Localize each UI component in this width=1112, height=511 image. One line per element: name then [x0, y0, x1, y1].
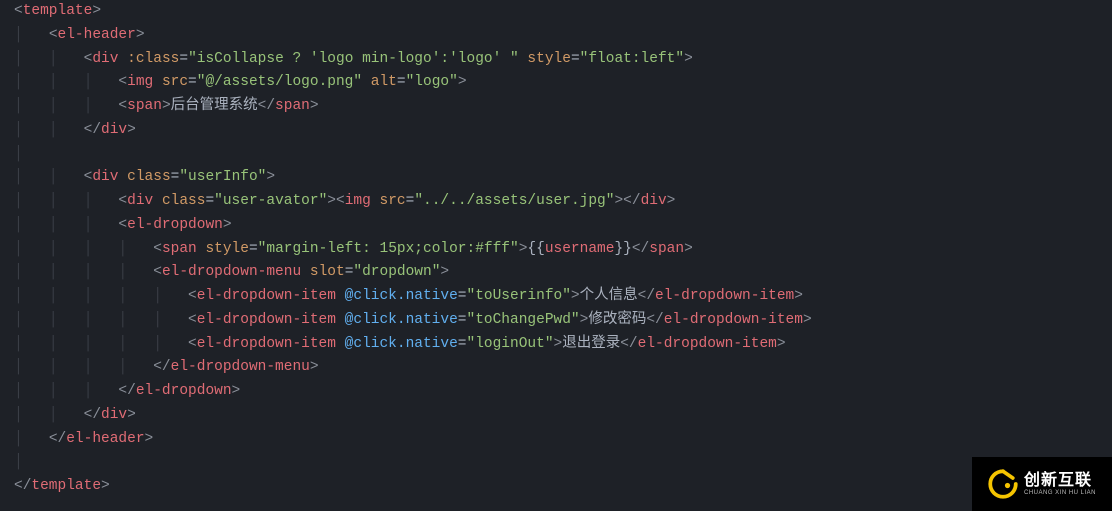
code-line: │ │ <div class="userInfo"> — [14, 166, 1112, 190]
code-line: │ │ │ │ <el-dropdown-menu slot="dropdown… — [14, 261, 1112, 285]
code-line: │ │ <div :class="isCollapse ? 'logo min-… — [14, 48, 1112, 72]
watermark-en: CHUANG XIN HU LIAN — [1024, 490, 1096, 497]
watermark-logo: 创新互联 CHUANG XIN HU LIAN — [972, 457, 1112, 511]
code-line: │ — [14, 143, 1112, 167]
code-line: │ </el-header> — [14, 428, 1112, 452]
code-line: <template> — [14, 0, 1112, 24]
code-line: │ │ </div> — [14, 404, 1112, 428]
code-line: │ │ │ │ <span style="margin-left: 15px;c… — [14, 238, 1112, 262]
code-line: </template> — [14, 475, 1112, 499]
watermark-cn: 创新互联 — [1024, 472, 1096, 490]
code-line: │ │ │ <div class="user-avator"><img src=… — [14, 190, 1112, 214]
code-editor[interactable]: <template> │ <el-header> │ │ <div :class… — [0, 0, 1112, 499]
code-line: │ │ │ <img src="@/assets/logo.png" alt="… — [14, 71, 1112, 95]
logo-icon — [988, 469, 1018, 499]
code-line: │ │ </div> — [14, 119, 1112, 143]
code-line: │ — [14, 451, 1112, 475]
code-line: │ <el-header> — [14, 24, 1112, 48]
code-line: │ │ │ <span>后台管理系统</span> — [14, 95, 1112, 119]
code-line: │ │ │ │ </el-dropdown-menu> — [14, 356, 1112, 380]
code-line: │ │ │ │ │ <el-dropdown-item @click.nativ… — [14, 333, 1112, 357]
code-line: │ │ │ │ │ <el-dropdown-item @click.nativ… — [14, 309, 1112, 333]
code-line: │ │ │ </el-dropdown> — [14, 380, 1112, 404]
code-line: │ │ │ │ │ <el-dropdown-item @click.nativ… — [14, 285, 1112, 309]
code-line: │ │ │ <el-dropdown> — [14, 214, 1112, 238]
